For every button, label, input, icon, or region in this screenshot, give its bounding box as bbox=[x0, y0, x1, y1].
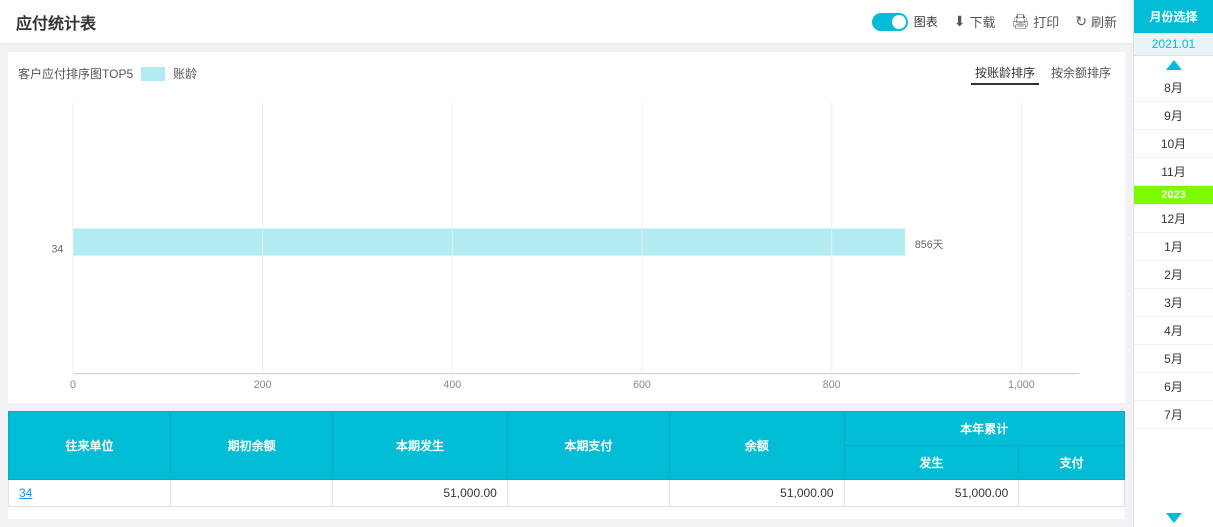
refresh-button[interactable]: 刷新 bbox=[1075, 12, 1117, 31]
year-badge: 2023 bbox=[1134, 186, 1213, 205]
sidebar-month-item[interactable]: 8月 bbox=[1134, 74, 1213, 102]
x-label-1000: 1,000 bbox=[1008, 379, 1035, 391]
print-icon bbox=[1011, 13, 1029, 30]
page-header: 应付统计表 图表 下载 打印 刷新 bbox=[0, 0, 1133, 44]
td-ytd-occur: 51,000.00 bbox=[844, 480, 1019, 507]
th-balance: 余额 bbox=[669, 412, 844, 480]
sidebar-month-item[interactable]: 2月 bbox=[1134, 261, 1213, 289]
download-button[interactable]: 下载 bbox=[954, 12, 996, 31]
toggle-dot bbox=[892, 15, 906, 29]
bar-end-label: 856天 bbox=[915, 239, 944, 251]
x-label-800: 800 bbox=[823, 379, 841, 391]
td-opening bbox=[171, 480, 333, 507]
sort-by-amount-button[interactable]: 按余额排序 bbox=[1047, 62, 1115, 85]
download-label: 下载 bbox=[969, 12, 995, 31]
table-row: 34 51,000.00 51,000.00 51,000.00 bbox=[9, 480, 1125, 507]
download-icon bbox=[954, 13, 966, 30]
sidebar-month-item[interactable]: 3月 bbox=[1134, 289, 1213, 317]
sidebar-months: 8月9月10月11月202312月1月2月3月4月5月6月7月 bbox=[1134, 74, 1213, 509]
sidebar-year-display: 2021.01 bbox=[1134, 33, 1213, 56]
sidebar-month-item[interactable]: 5月 bbox=[1134, 345, 1213, 373]
unit-link[interactable]: 34 bbox=[19, 486, 32, 500]
x-label-200: 200 bbox=[254, 379, 272, 391]
chart-bar bbox=[73, 228, 905, 255]
td-current-pay bbox=[507, 480, 669, 507]
sidebar-month-item[interactable]: 11月 bbox=[1134, 158, 1213, 186]
th-ytd-pay: 支付 bbox=[1019, 446, 1125, 480]
x-label-400: 400 bbox=[443, 379, 461, 391]
sidebar-month-item[interactable]: 7月 bbox=[1134, 401, 1213, 429]
up-arrow-icon bbox=[1166, 60, 1182, 70]
page-title: 应付统计表 bbox=[16, 10, 96, 34]
refresh-icon bbox=[1075, 13, 1087, 30]
sidebar-month-item[interactable]: 6月 bbox=[1134, 373, 1213, 401]
down-arrow-icon bbox=[1166, 513, 1182, 523]
chart-area: 34 856天 0 200 400 600 800 1,000 bbox=[18, 93, 1115, 393]
th-ytd-group: 本年累计 bbox=[844, 412, 1124, 446]
data-table: 往来单位 期初余额 本期发生 本期支付 余额 本年累计 发生 支付 34 51,… bbox=[8, 411, 1125, 507]
th-current-occur: 本期发生 bbox=[333, 412, 508, 480]
legend-box bbox=[141, 67, 165, 81]
y-axis-label: 34 bbox=[51, 244, 63, 256]
sort-by-balance-button[interactable]: 按账龄排序 bbox=[971, 62, 1039, 85]
sidebar: 月份选择 2021.01 8月9月10月11月202312月1月2月3月4月5月… bbox=[1133, 0, 1213, 527]
table-section: 往来单位 期初余额 本期发生 本期支付 余额 本年累计 发生 支付 34 51,… bbox=[8, 411, 1125, 519]
td-ytd-pay bbox=[1019, 480, 1125, 507]
sidebar-down-button[interactable] bbox=[1134, 509, 1213, 527]
th-opening: 期初余额 bbox=[171, 412, 333, 480]
td-balance: 51,000.00 bbox=[669, 480, 844, 507]
th-unit: 往来单位 bbox=[9, 412, 171, 480]
chart-section: 客户应付排序图TOP5 账龄 按账龄排序 按余额排序 34 856天 0 bbox=[8, 52, 1125, 403]
chart-header: 客户应付排序图TOP5 账龄 按账龄排序 按余额排序 bbox=[18, 62, 1115, 85]
sidebar-month-item[interactable]: 12月 bbox=[1134, 205, 1213, 233]
header-actions: 图表 下载 打印 刷新 bbox=[872, 12, 1117, 31]
sidebar-month-item[interactable]: 4月 bbox=[1134, 317, 1213, 345]
sidebar-month-item[interactable]: 1月 bbox=[1134, 233, 1213, 261]
x-label-0: 0 bbox=[70, 379, 76, 391]
td-unit: 34 bbox=[9, 480, 171, 507]
chart-toggle-wrap[interactable]: 图表 bbox=[872, 13, 938, 31]
chart-toggle[interactable] bbox=[872, 13, 908, 31]
chart-svg: 34 856天 0 200 400 600 800 1,000 bbox=[18, 93, 1115, 393]
sidebar-header: 月份选择 bbox=[1134, 0, 1213, 33]
sidebar-month-item[interactable]: 9月 bbox=[1134, 102, 1213, 130]
chart-sort: 按账龄排序 按余额排序 bbox=[971, 62, 1115, 85]
print-label: 打印 bbox=[1033, 12, 1059, 31]
x-label-600: 600 bbox=[633, 379, 651, 391]
chart-legend-item: 账龄 bbox=[173, 65, 197, 82]
print-button[interactable]: 打印 bbox=[1011, 12, 1059, 31]
th-current-pay: 本期支付 bbox=[507, 412, 669, 480]
sidebar-up-button[interactable] bbox=[1134, 56, 1213, 74]
chart-legend-label: 客户应付排序图TOP5 bbox=[18, 65, 133, 82]
chart-toggle-label: 图表 bbox=[914, 13, 938, 30]
td-current-occur: 51,000.00 bbox=[333, 480, 508, 507]
sidebar-month-item[interactable]: 10月 bbox=[1134, 130, 1213, 158]
th-ytd-occur: 发生 bbox=[844, 446, 1019, 480]
refresh-label: 刷新 bbox=[1091, 12, 1117, 31]
chart-legend: 客户应付排序图TOP5 账龄 bbox=[18, 65, 197, 82]
